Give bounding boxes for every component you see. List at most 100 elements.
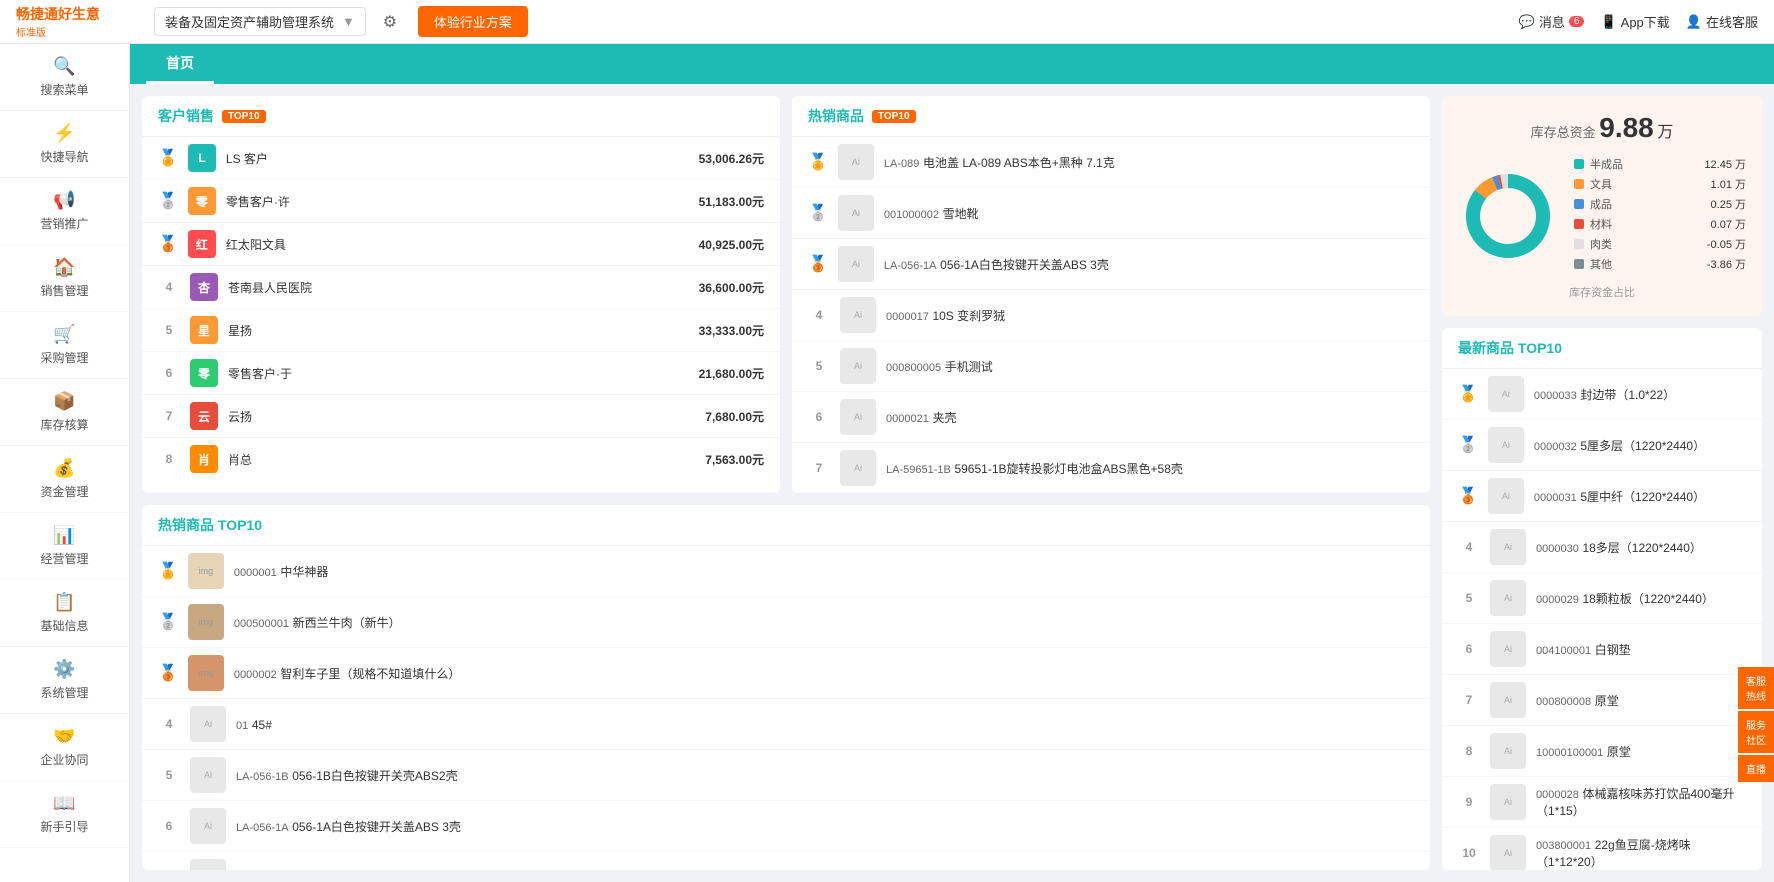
- hot-product-row-6: 6 Ai LA-056-1A 056-1A白色按键开关盖ABS 3壳: [142, 801, 1430, 852]
- new-product-img-9: Ai: [1490, 784, 1526, 820]
- legend-dot-2: [1574, 179, 1584, 189]
- legend-value-6: -3.86 万: [1707, 256, 1746, 272]
- tab-home[interactable]: 首页: [146, 44, 214, 84]
- box-icon: 📦: [53, 391, 75, 412]
- try-button[interactable]: 体验行业方案: [418, 6, 528, 37]
- system-selector[interactable]: 装备及固定资产辅助管理系统 ▼: [154, 7, 366, 36]
- brand-title: 畅捷通好生意: [16, 4, 100, 24]
- customer-row-2: 🥈 零 零售客户·许 51,183.00元: [142, 180, 780, 223]
- product-info-2: 001000002 雪地靴: [884, 205, 1414, 222]
- customer-value-1: 53,006.26元: [699, 150, 764, 167]
- new-item-row-2: 🥈 Ai 0000032 5厘多层（1220*2440）: [1442, 420, 1762, 471]
- donut-chart: [1458, 166, 1558, 266]
- product-right-row-6: 6 Ai 0000021 夹壳: [792, 392, 1430, 443]
- customer-row-4: 4 杏 苍南县人民医院 36,600.00元: [142, 266, 780, 309]
- customer-avatar-4: 杏: [190, 273, 218, 301]
- new-product-img-6: Ai: [1490, 631, 1526, 667]
- content-area: 客户销售 TOP10 🏅 L LS 客户 53,006.26元 �: [130, 84, 1774, 882]
- legend-value-4: 0.07 万: [1711, 216, 1746, 232]
- sidebar-item-search[interactable]: 🔍 搜索菜单: [0, 44, 129, 111]
- product-info-5: 000800005 手机测试: [886, 358, 1414, 375]
- sidebar-item-inventory[interactable]: 📦 库存核算: [0, 379, 129, 446]
- new-products-title: 最新商品 TOP10: [1458, 338, 1562, 358]
- app-download-btn[interactable]: 📱 App下载: [1600, 12, 1669, 31]
- hot-product-row-3: 🥉 img 0000002 智利车子里（规格不知道填什么）: [142, 648, 1430, 699]
- new-rank-7: 7: [1458, 689, 1480, 711]
- customer-row-7: 7 云 云扬 7,680.00元: [142, 395, 780, 438]
- new-item-row-8: 8 Ai 10000100001 原堂: [1442, 726, 1762, 777]
- new-medal-3: 🥉: [1458, 486, 1478, 506]
- gear-icon[interactable]: ⚙: [374, 6, 406, 38]
- hot-products-left-list: 🏅 img 0000001 中华神器 🥈 img: [142, 546, 1430, 870]
- sidebar-label-system: 系统管理: [40, 684, 88, 701]
- hot-product-info-2: 000500001 新西兰牛肉（新牛）: [234, 614, 1414, 631]
- main-layout: 🔍 搜索菜单 ⚡ 快捷导航 📢 营销推广 🏠 销售管理 🛒 采购管理 📦 库存核…: [0, 44, 1774, 882]
- new-product-img-5: Ai: [1490, 580, 1526, 616]
- online-service-label: 在线客服: [1706, 12, 1758, 31]
- sidebar-label-search: 搜索菜单: [40, 81, 88, 98]
- new-product-info-8: 10000100001 原堂: [1536, 743, 1746, 760]
- float-btn-community[interactable]: 服务社区: [1738, 711, 1774, 753]
- float-btn-live[interactable]: 直播: [1738, 755, 1774, 782]
- app-download-label: App下载: [1621, 12, 1670, 31]
- product-right-row-7: 7 Ai LA-59651-1B 59651-1B旋转投影灯电池盒ABS黑色+5…: [792, 443, 1430, 493]
- new-product-info-6: 004100001 白钢垫: [1536, 641, 1746, 658]
- float-btn-service[interactable]: 客服热线: [1738, 667, 1774, 709]
- legend-dot-4: [1574, 219, 1584, 229]
- sidebar-item-basic[interactable]: 📋 基础信息: [0, 580, 129, 647]
- customer-row-8: 8 肖 肖总 7,563.00元: [142, 438, 780, 480]
- legend-item-3: 成品 0.25 万: [1574, 196, 1746, 212]
- legend-dot-6: [1574, 259, 1584, 269]
- legend-label-3: 成品: [1590, 196, 1705, 212]
- product-right-rank-5: 5: [808, 355, 830, 377]
- megaphone-icon: 📢: [53, 190, 75, 211]
- top10-row: 客户销售 TOP10 🏅 L LS 客户 53,006.26元 �: [142, 96, 1430, 493]
- top10-badge: TOP10: [222, 110, 266, 123]
- product-info-4: 0000017 10S 变刹罗狨: [886, 307, 1414, 324]
- new-product-info-7: 000800008 原堂: [1536, 692, 1746, 709]
- sidebar-item-system[interactable]: ⚙️ 系统管理: [0, 647, 129, 714]
- product-top10-right-card: 热销商品 TOP10 🏅 Ai LA-089 电池盖 LA-089 ABS本色: [792, 96, 1430, 493]
- float-buttons: 客服热线 服务社区 直播: [1738, 667, 1774, 782]
- hot-product-row-5: 5 Ai LA-056-1B 056-1B白色按键开关壳ABS2壳: [142, 750, 1430, 801]
- customer-name-7: 云扬: [228, 408, 695, 425]
- hot-products-left-title: 热销商品 TOP10: [158, 515, 262, 535]
- customer-name-4: 苍南县人民医院: [228, 279, 689, 296]
- sidebar-item-marketing[interactable]: 📢 营销推广: [0, 178, 129, 245]
- sidebar-item-cooperation[interactable]: 🤝 企业协同: [0, 714, 129, 781]
- sidebar-item-guide[interactable]: 📖 新手引导: [0, 781, 129, 848]
- right-column: 库存总资金 9.88 万: [1442, 96, 1762, 870]
- product-img-1: Ai: [838, 144, 874, 180]
- legend-label-6: 其他: [1590, 256, 1701, 272]
- messages-btn[interactable]: 💬 消息 6: [1519, 12, 1585, 31]
- cart-icon: 🛒: [53, 324, 75, 345]
- nav-tabs: 首页: [130, 44, 1774, 84]
- customer-row-5: 5 星 星扬 33,333.00元: [142, 309, 780, 352]
- customer-name-1: LS 客户: [226, 150, 689, 167]
- new-medal-2: 🥈: [1458, 435, 1478, 455]
- product-top10-right-header: 热销商品 TOP10: [792, 96, 1430, 137]
- sidebar-label-finance: 资金管理: [40, 483, 88, 500]
- sidebar-item-nav[interactable]: ⚡ 快捷导航: [0, 111, 129, 178]
- hot-product-img-5: Ai: [190, 757, 226, 793]
- message-badge: 6: [1569, 16, 1585, 27]
- left-column: 客户销售 TOP10 🏅 L LS 客户 53,006.26元 �: [142, 96, 1430, 870]
- hot-product-info-1: 0000001 中华神器: [234, 563, 1414, 580]
- legend-label-1: 半成品: [1590, 156, 1698, 172]
- hot-medal-3: 🥉: [158, 663, 178, 683]
- sidebar-item-operations[interactable]: 📊 经营管理: [0, 513, 129, 580]
- messages-label: 消息: [1539, 12, 1565, 31]
- product-right-medal-2: 🥈: [808, 203, 828, 223]
- new-medal-1: 🏅: [1458, 384, 1478, 404]
- sidebar-item-finance[interactable]: 💰 资金管理: [0, 446, 129, 513]
- sidebar-item-purchase[interactable]: 🛒 采购管理: [0, 312, 129, 379]
- customer-name-6: 零售客户·于: [228, 365, 689, 382]
- rank-num-8: 8: [158, 448, 180, 470]
- online-service-btn[interactable]: 👤 在线客服: [1686, 12, 1758, 31]
- sidebar-item-sales[interactable]: 🏠 销售管理: [0, 245, 129, 312]
- hot-product-info-3: 0000002 智利车子里（规格不知道填什么）: [234, 665, 1414, 682]
- hot-rank-6: 6: [158, 815, 180, 837]
- product-right-row-2: 🥈 Ai 001000002 雪地靴: [792, 188, 1430, 239]
- hot-product-info-7: NB2.0X30B 2.0X30MM双搓花轴,搓花直径2.1MM/ROHS: [236, 869, 1414, 871]
- customer-value-3: 40,925.00元: [699, 236, 764, 253]
